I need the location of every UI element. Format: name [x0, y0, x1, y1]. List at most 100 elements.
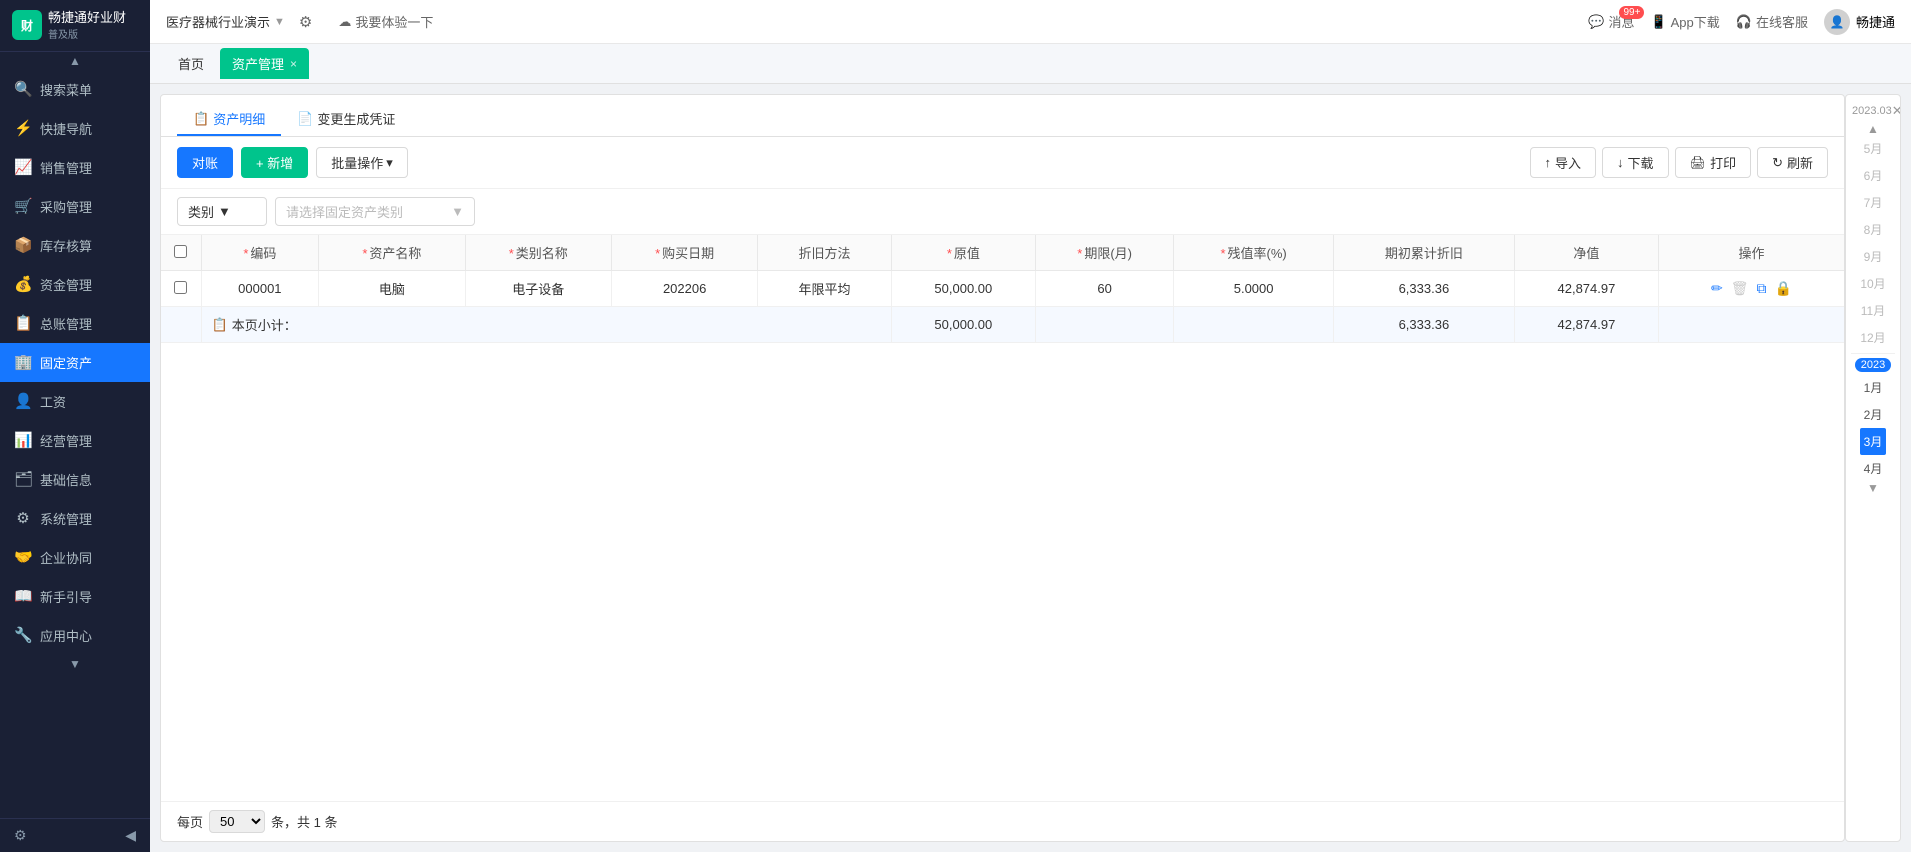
tab-home[interactable]: 首页: [166, 48, 216, 79]
cal-month-8[interactable]: 8月: [1856, 216, 1889, 243]
download-button[interactable]: ↓ 下载: [1602, 147, 1669, 178]
user-profile[interactable]: 👤 畅捷通: [1824, 9, 1895, 35]
sidebar-item-quicknav[interactable]: ⚡ 快捷导航: [0, 109, 150, 148]
select-all-checkbox[interactable]: [174, 245, 187, 258]
cal-prev-year-months: 5月 6月 7月 8月 9月 10月 11月 12月: [1856, 135, 1889, 351]
cal-month-4[interactable]: 4月: [1860, 455, 1887, 482]
category-dropdown-arrow: ▼: [451, 204, 464, 219]
sidebar-item-capital[interactable]: 💰 资金管理: [0, 265, 150, 304]
print-button[interactable]: 🖨 打印: [1675, 147, 1752, 178]
new-button[interactable]: + 新增: [241, 147, 308, 178]
online-service-button[interactable]: 🎧 在线客服: [1736, 12, 1808, 31]
sidebar-item-system[interactable]: ⚙ 系统管理: [0, 499, 150, 538]
cal-close-icon[interactable]: ✕: [1892, 103, 1901, 119]
subtotal-label-cell: 📋 本页小计：: [201, 307, 891, 343]
col-actions: 操作: [1658, 235, 1844, 271]
copy-icon[interactable]: ⧉: [1757, 280, 1767, 297]
sidebar-item-payroll[interactable]: 👤 工资: [0, 382, 150, 421]
subtab-change-voucher[interactable]: 📄 变更生成凭证: [281, 103, 411, 136]
cal-down-arrow[interactable]: ▼: [1867, 482, 1879, 494]
row-name: 电脑: [319, 271, 465, 307]
tab-close-icon[interactable]: ×: [290, 57, 297, 71]
refresh-button[interactable]: ↻ 刷新: [1757, 147, 1828, 178]
sidebar-item-sales[interactable]: 📈 销售管理: [0, 148, 150, 187]
row-category: 电子设备: [465, 271, 611, 307]
company-selector[interactable]: 医疗器械行业演示 ▼: [166, 12, 285, 31]
cal-current-year-badge[interactable]: 2023: [1855, 358, 1891, 372]
cal-month-6[interactable]: 6月: [1856, 162, 1889, 189]
subtab-asset-detail[interactable]: 📋 资产明细: [177, 103, 281, 136]
sidebar-item-apps[interactable]: 🔧 应用中心: [0, 616, 150, 655]
inventory-icon: 📦: [14, 236, 32, 254]
cal-nav-arrows: ▲: [1867, 123, 1879, 135]
col-name: *资产名称: [319, 235, 465, 271]
row-action-icons: ✏ 🗑 ⧉ 🔒: [1669, 280, 1834, 297]
cal-month-10[interactable]: 10月: [1856, 270, 1889, 297]
per-page-select[interactable]: 50 100 200: [209, 810, 265, 833]
sidebar-item-basic[interactable]: 🗂 基础信息: [0, 460, 150, 499]
sidebar-item-purchase[interactable]: 🛒 采购管理: [0, 187, 150, 226]
row-checkbox-cell: [161, 271, 201, 307]
subtotal-icon: 📋: [212, 317, 228, 333]
filter-arrow-icon: ▼: [218, 204, 231, 219]
row-residual-rate: 5.0000: [1174, 271, 1334, 307]
batch-ops-button[interactable]: 批量操作 ▾: [316, 147, 408, 178]
sidebar-scroll-down[interactable]: ▼: [0, 655, 150, 673]
cal-month-1[interactable]: 1月: [1860, 374, 1887, 401]
settings-icon[interactable]: ⚙: [14, 827, 27, 844]
delete-icon[interactable]: 🗑: [1731, 280, 1749, 297]
row-purchase-date: 202206: [611, 271, 757, 307]
app-download-button[interactable]: 📱 App下载: [1650, 12, 1719, 31]
col-net-value: 净值: [1514, 235, 1658, 271]
col-category: *类别名称: [465, 235, 611, 271]
messages-badge: 99+: [1619, 6, 1644, 19]
main-area: 医疗器械行业演示 ▼ ⚙ ☁ 我要体验一下 💬 消息 99+ 📱 App下载 🎧…: [150, 0, 1911, 852]
cal-month-7[interactable]: 7月: [1856, 189, 1889, 216]
operations-icon: 📊: [14, 431, 32, 449]
category-filter-dropdown[interactable]: 类别 ▼: [177, 197, 267, 226]
logo-icon: 财: [12, 10, 42, 40]
reconcile-button[interactable]: 对账: [177, 147, 233, 178]
toolbar-right: ↑ 导入 ↓ 下载 🖨 打印 ↻ 刷新: [1530, 147, 1828, 178]
cal-up-arrow[interactable]: ▲: [1867, 123, 1879, 135]
asset-detail-icon: 📋: [193, 111, 209, 127]
row-checkbox[interactable]: [174, 281, 187, 294]
import-icon: ↑: [1545, 155, 1552, 170]
row-actions-cell: ✏ 🗑 ⧉ 🔒: [1658, 271, 1844, 307]
sidebar-item-fixed[interactable]: 🏢 固定资产: [0, 343, 150, 382]
cal-month-2[interactable]: 2月: [1860, 401, 1887, 428]
cal-month-12[interactable]: 12月: [1856, 324, 1889, 351]
change-voucher-icon: 📄: [297, 111, 313, 127]
table-row: 000001 电脑 电子设备 202206 年限平均 50,000.00 60 …: [161, 271, 1844, 307]
col-initial-accum-deprec: 期初累计折旧: [1333, 235, 1514, 271]
col-period-months: *期限(月): [1035, 235, 1173, 271]
messages-button[interactable]: 💬 消息 99+: [1588, 12, 1634, 31]
main-panel: 📋 资产明细 📄 变更生成凭证 对账 + 新增 批量操作 ▾: [160, 94, 1845, 842]
asset-table-wrap: *编码 *资产名称 *类别名称 *购买日期: [161, 235, 1844, 801]
capital-icon: 💰: [14, 275, 32, 293]
cal-month-3[interactable]: 3月: [1860, 428, 1887, 455]
sidebar-item-inventory[interactable]: 📦 库存核算: [0, 226, 150, 265]
sidebar-item-operations[interactable]: 📊 经营管理: [0, 421, 150, 460]
category-value-dropdown[interactable]: 请选择固定资产类别 ▼: [275, 197, 475, 226]
sidebar-item-guide[interactable]: 📖 新手引导: [0, 577, 150, 616]
sidebar-item-search[interactable]: 🔍 搜索菜单: [0, 70, 150, 109]
lock-icon[interactable]: 🔒: [1775, 280, 1792, 297]
cal-month-11[interactable]: 11月: [1856, 297, 1889, 324]
cal-month-9[interactable]: 9月: [1856, 243, 1889, 270]
cal-nav-arrows-bottom: ▼: [1867, 482, 1879, 494]
import-button[interactable]: ↑ 导入: [1530, 147, 1597, 178]
sidebar-scroll-up[interactable]: ▲: [0, 52, 150, 70]
print-icon: 🖨: [1690, 155, 1707, 171]
sidebar-item-ledger[interactable]: 📋 总账管理: [0, 304, 150, 343]
subtotal-original-value: 50,000.00: [891, 307, 1035, 343]
collapse-icon[interactable]: ◀: [125, 827, 136, 844]
avatar: 👤: [1824, 9, 1850, 35]
sidebar: 财 畅捷通好业财 普及版 ▲ 🔍 搜索菜单 ⚡ 快捷导航 📈 销售管理 🛒 采购…: [0, 0, 150, 852]
cal-month-5[interactable]: 5月: [1856, 135, 1889, 162]
company-settings-icon[interactable]: ⚙: [299, 13, 312, 31]
tab-asset-management[interactable]: 资产管理 ×: [220, 48, 309, 79]
sidebar-item-collab[interactable]: 🤝 企业协同: [0, 538, 150, 577]
edit-icon[interactable]: ✏: [1711, 280, 1723, 297]
experience-button[interactable]: ☁ 我要体验一下: [338, 12, 433, 31]
